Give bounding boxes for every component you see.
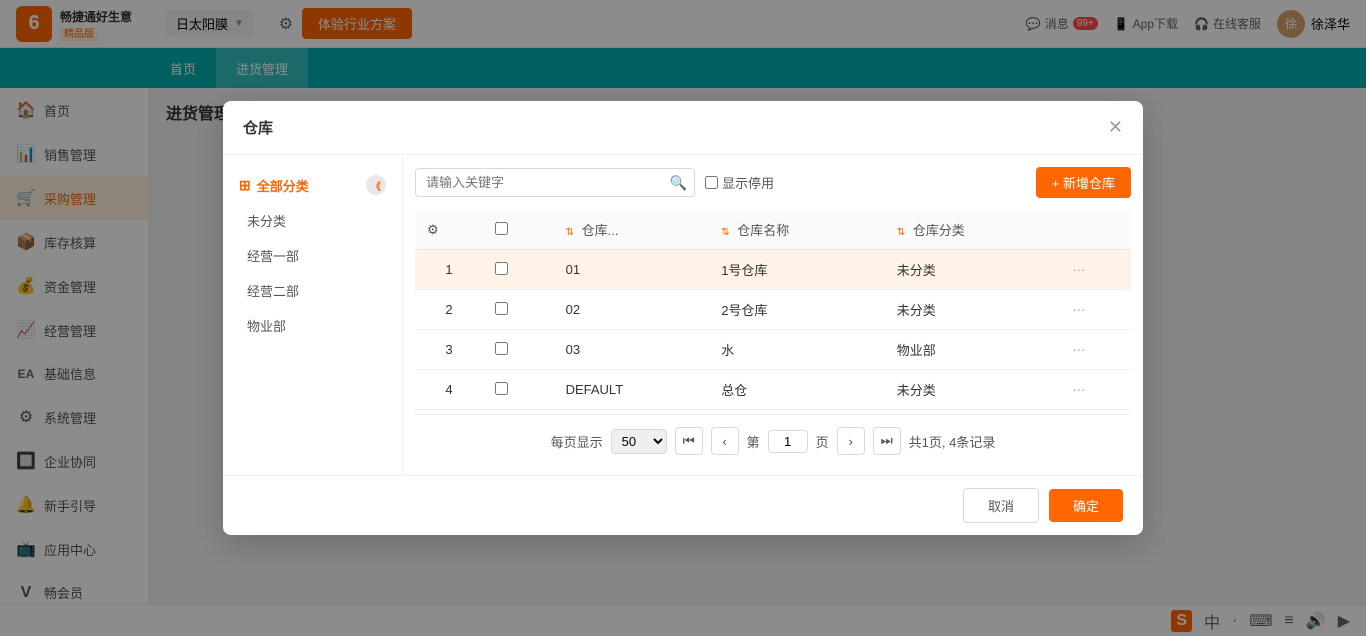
row-more-button[interactable]: ··· [1072, 302, 1085, 317]
modal-title: 仓库 [243, 117, 273, 138]
row-checkbox [483, 330, 554, 370]
th-actions [1060, 210, 1131, 250]
table-row[interactable]: 4 DEFAULT 总仓 未分类 ··· [415, 370, 1131, 410]
table-header-row: ⚙ ⇅ 仓库... ⇅ [415, 210, 1131, 250]
row-more-button[interactable]: ··· [1072, 262, 1085, 277]
per-page-label: 每页显示 [551, 432, 603, 451]
page-unit-label: 页 [816, 432, 829, 451]
select-all-checkbox[interactable] [495, 222, 508, 235]
modal-body: ⊞ 全部分类 《 未分类 经营一部 经营二部 物业部 [223, 155, 1143, 475]
row-code: DEFAULT [554, 370, 710, 410]
pagination-bar: 每页显示 50 100 ⏮ ‹ 第 页 › ⏭ 共1页, 4条记录 [415, 414, 1131, 463]
search-icon[interactable]: 🔍 [670, 174, 687, 191]
modal-header: 仓库 ✕ [223, 101, 1143, 155]
show-disabled-label: 显示停用 [722, 173, 774, 192]
category-item-property[interactable]: 物业部 [223, 308, 402, 343]
row-code: 02 [554, 290, 710, 330]
row-name: 2号仓库 [709, 290, 885, 330]
th-category: ⇅ 仓库分类 [885, 210, 1061, 250]
total-info: 共1页, 4条记录 [909, 432, 996, 451]
grid-icon: ⊞ [239, 177, 251, 194]
row-more: ··· [1060, 290, 1131, 330]
next-page-button[interactable]: › [837, 427, 865, 455]
table-container: ⚙ ⇅ 仓库... ⇅ [415, 210, 1131, 410]
add-warehouse-button[interactable]: + 新增仓库 [1036, 167, 1131, 198]
all-categories-button[interactable]: ⊞ 全部分类 《 [223, 167, 402, 203]
sort-icon: ⇅ [566, 227, 574, 238]
row-more: ··· [1060, 370, 1131, 410]
row-more-button[interactable]: ··· [1072, 382, 1085, 397]
sort-icon: ⇅ [721, 227, 729, 238]
page-label: 第 [747, 432, 760, 451]
show-disabled-wrap: 显示停用 [705, 173, 774, 192]
th-name: ⇅ 仓库名称 [709, 210, 885, 250]
row-checkbox [483, 290, 554, 330]
table-row[interactable]: 1 01 1号仓库 未分类 ··· [415, 250, 1131, 290]
all-categories-label: 全部分类 [257, 176, 309, 195]
show-disabled-checkbox[interactable] [705, 176, 718, 189]
row-name: 1号仓库 [709, 250, 885, 290]
warehouse-modal: 仓库 ✕ ⊞ 全部分类 《 未分类 经营一部 经营二部 [223, 101, 1143, 535]
row-code: 01 [554, 250, 710, 290]
settings-icon[interactable]: ⚙ [427, 222, 439, 237]
row-category: 未分类 [885, 290, 1061, 330]
confirm-button[interactable]: 确定 [1049, 489, 1123, 522]
category-item-ops2[interactable]: 经营二部 [223, 273, 402, 308]
category-panel: ⊞ 全部分类 《 未分类 经营一部 经营二部 物业部 [223, 155, 403, 475]
modal-close-button[interactable]: ✕ [1108, 117, 1123, 138]
row-checkbox [483, 250, 554, 290]
row-checkbox [483, 370, 554, 410]
row-num: 4 [415, 370, 483, 410]
sort-icon: ⇅ [897, 227, 905, 238]
row-code: 03 [554, 330, 710, 370]
row-num: 3 [415, 330, 483, 370]
warehouse-table: ⚙ ⇅ 仓库... ⇅ [415, 210, 1131, 410]
row-more: ··· [1060, 250, 1131, 290]
row-num: 1 [415, 250, 483, 290]
row-num: 2 [415, 290, 483, 330]
search-input[interactable] [415, 168, 695, 197]
th-checkbox [483, 210, 554, 250]
table-row[interactable]: 3 03 水 物业部 ··· [415, 330, 1131, 370]
page-number-input[interactable] [768, 430, 808, 453]
row-category: 未分类 [885, 250, 1061, 290]
cancel-button[interactable]: 取消 [963, 488, 1039, 523]
modal-footer: 取消 确定 [223, 475, 1143, 535]
row-more-button[interactable]: ··· [1072, 342, 1085, 357]
row-more: ··· [1060, 330, 1131, 370]
modal-overlay: 仓库 ✕ ⊞ 全部分类 《 未分类 经营一部 经营二部 [0, 0, 1366, 636]
category-item-uncategorized[interactable]: 未分类 [223, 203, 402, 238]
warehouse-tbody: 1 01 1号仓库 未分类 ··· 2 02 2号仓库 未分类 ··· 3 03… [415, 250, 1131, 410]
search-input-wrap: 🔍 [415, 168, 695, 197]
table-row[interactable]: 2 02 2号仓库 未分类 ··· [415, 290, 1131, 330]
per-page-select[interactable]: 50 100 [611, 429, 667, 454]
th-settings: ⚙ [415, 210, 483, 250]
first-page-button[interactable]: ⏮ [675, 427, 703, 455]
collapse-button[interactable]: 《 [366, 175, 386, 195]
row-category: 物业部 [885, 330, 1061, 370]
last-page-button[interactable]: ⏭ [873, 427, 901, 455]
category-item-ops1[interactable]: 经营一部 [223, 238, 402, 273]
row-name: 水 [709, 330, 885, 370]
table-panel: 🔍 显示停用 + 新增仓库 ⚙ [403, 155, 1143, 475]
prev-page-button[interactable]: ‹ [711, 427, 739, 455]
row-category: 未分类 [885, 370, 1061, 410]
row-name: 总仓 [709, 370, 885, 410]
table-toolbar: 🔍 显示停用 + 新增仓库 [415, 167, 1131, 198]
th-code: ⇅ 仓库... [554, 210, 710, 250]
